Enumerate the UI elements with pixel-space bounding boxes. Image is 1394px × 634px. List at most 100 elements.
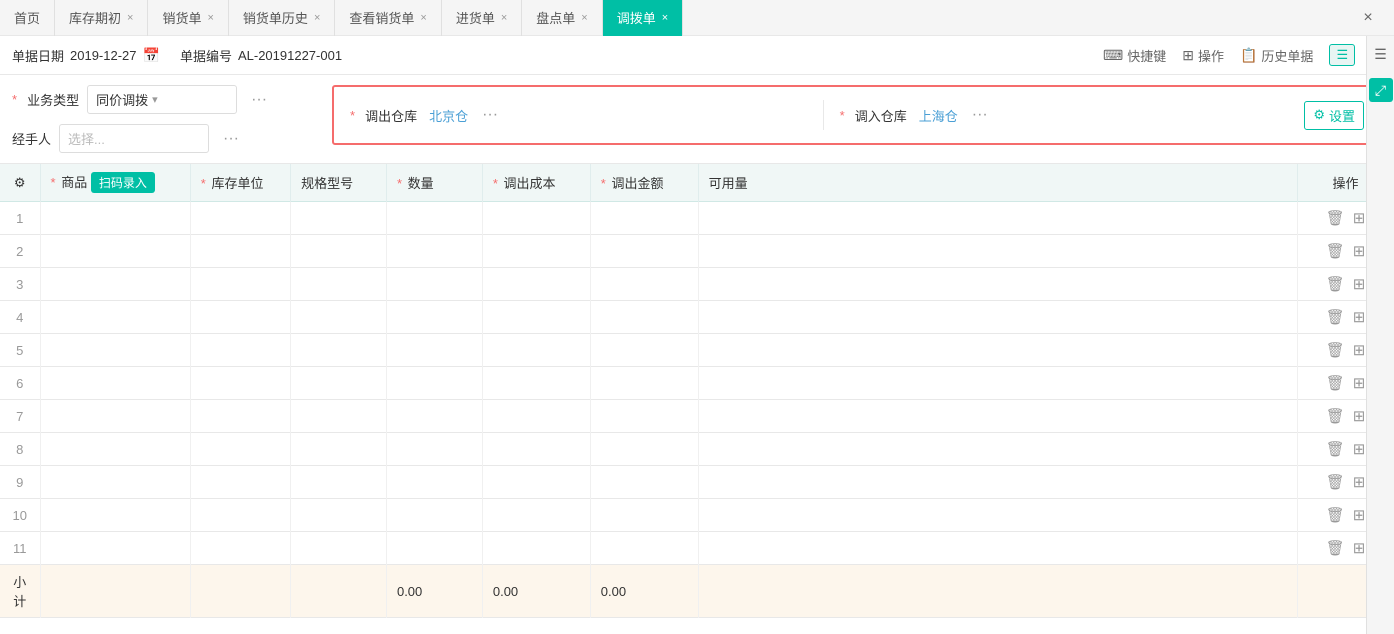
tab-sales-order[interactable]: 销货单 × — [148, 0, 228, 36]
delete-icon-4[interactable]: 🗑 — [1326, 308, 1345, 326]
delete-icon-8[interactable]: 🗑 — [1326, 440, 1345, 458]
row-qty-9[interactable] — [386, 466, 482, 499]
row-qty-11[interactable] — [386, 532, 482, 565]
tab-view-sales-close[interactable]: × — [420, 12, 426, 24]
row-qty-5[interactable] — [386, 334, 482, 367]
table-scroll-area[interactable]: ⚙ * 商品 扫码录入 * 库存单位 规格型号 * — [0, 164, 1394, 634]
row-available-10[interactable] — [698, 499, 1297, 532]
operations-button[interactable]: ⊞ 操作 — [1182, 46, 1224, 65]
row-qty-10[interactable] — [386, 499, 482, 532]
tab-home[interactable]: 首页 — [4, 0, 55, 36]
row-product-8[interactable] — [40, 433, 190, 466]
delete-icon-2[interactable]: 🗑 — [1326, 242, 1345, 260]
row-amount-9[interactable] — [590, 466, 698, 499]
row-available-9[interactable] — [698, 466, 1297, 499]
row-product-10[interactable] — [40, 499, 190, 532]
tab-inventory-init-close[interactable]: × — [127, 12, 133, 24]
calendar-icon[interactable]: 📅 — [143, 47, 160, 64]
row-unit-3[interactable] — [190, 268, 290, 301]
tab-purchase-order-close[interactable]: × — [501, 12, 507, 24]
row-spec-8[interactable] — [291, 433, 387, 466]
shortcuts-button[interactable]: ⌨ 快捷键 — [1103, 46, 1166, 65]
row-spec-7[interactable] — [291, 400, 387, 433]
tab-inventory-init[interactable]: 库存期初 × — [55, 0, 148, 36]
row-spec-1[interactable] — [291, 202, 387, 235]
row-cost-7[interactable] — [482, 400, 590, 433]
row-amount-3[interactable] — [590, 268, 698, 301]
row-product-1[interactable] — [40, 202, 190, 235]
row-unit-11[interactable] — [190, 532, 290, 565]
row-cost-4[interactable] — [482, 301, 590, 334]
row-amount-7[interactable] — [590, 400, 698, 433]
row-unit-8[interactable] — [190, 433, 290, 466]
row-spec-6[interactable] — [291, 367, 387, 400]
row-available-8[interactable] — [698, 433, 1297, 466]
row-qty-1[interactable] — [386, 202, 482, 235]
delete-icon-5[interactable]: 🗑 — [1326, 341, 1345, 359]
row-unit-9[interactable] — [190, 466, 290, 499]
copy-icon-10[interactable]: ⊞ — [1353, 506, 1366, 524]
row-product-5[interactable] — [40, 334, 190, 367]
row-product-3[interactable] — [40, 268, 190, 301]
row-product-4[interactable] — [40, 301, 190, 334]
row-available-11[interactable] — [698, 532, 1297, 565]
row-unit-7[interactable] — [190, 400, 290, 433]
tab-sales-history-close[interactable]: × — [314, 12, 320, 24]
in-warehouse-more[interactable]: ··· — [966, 106, 994, 124]
delete-icon-10[interactable]: 🗑 — [1326, 506, 1345, 524]
row-available-1[interactable] — [698, 202, 1297, 235]
row-qty-2[interactable] — [386, 235, 482, 268]
scan-button[interactable]: 扫码录入 — [91, 172, 155, 193]
row-available-3[interactable] — [698, 268, 1297, 301]
row-spec-10[interactable] — [291, 499, 387, 532]
row-amount-6[interactable] — [590, 367, 698, 400]
tab-transfer-order-close[interactable]: × — [662, 12, 668, 24]
tab-purchase-order[interactable]: 进货单 × — [442, 0, 522, 36]
handler-more[interactable]: ··· — [217, 130, 245, 148]
row-cost-8[interactable] — [482, 433, 590, 466]
row-amount-8[interactable] — [590, 433, 698, 466]
row-available-5[interactable] — [698, 334, 1297, 367]
row-qty-6[interactable] — [386, 367, 482, 400]
tab-inventory-check[interactable]: 盘点单 × — [522, 0, 602, 36]
window-close-button[interactable]: × — [1354, 4, 1382, 32]
row-cost-3[interactable] — [482, 268, 590, 301]
tab-sales-order-close[interactable]: × — [207, 12, 213, 24]
copy-icon-1[interactable]: ⊞ — [1353, 209, 1366, 227]
row-product-6[interactable] — [40, 367, 190, 400]
copy-icon-7[interactable]: ⊞ — [1353, 407, 1366, 425]
row-cost-1[interactable] — [482, 202, 590, 235]
row-unit-1[interactable] — [190, 202, 290, 235]
handler-select[interactable]: 选择... — [59, 124, 209, 153]
row-qty-8[interactable] — [386, 433, 482, 466]
row-qty-4[interactable] — [386, 301, 482, 334]
copy-icon-2[interactable]: ⊞ — [1353, 242, 1366, 260]
row-product-2[interactable] — [40, 235, 190, 268]
row-cost-9[interactable] — [482, 466, 590, 499]
row-available-6[interactable] — [698, 367, 1297, 400]
delete-icon-1[interactable]: 🗑 — [1326, 209, 1345, 227]
copy-icon-4[interactable]: ⊞ — [1353, 308, 1366, 326]
row-amount-5[interactable] — [590, 334, 698, 367]
delete-icon-7[interactable]: 🗑 — [1326, 407, 1345, 425]
row-available-7[interactable] — [698, 400, 1297, 433]
sidebar-list-button[interactable]: ☰ — [1369, 42, 1393, 66]
copy-icon-6[interactable]: ⊞ — [1353, 374, 1366, 392]
row-spec-9[interactable] — [291, 466, 387, 499]
row-spec-5[interactable] — [291, 334, 387, 367]
row-spec-11[interactable] — [291, 532, 387, 565]
delete-icon-11[interactable]: 🗑 — [1326, 539, 1345, 557]
row-amount-4[interactable] — [590, 301, 698, 334]
tab-inventory-check-close[interactable]: × — [581, 12, 587, 24]
copy-icon-9[interactable]: ⊞ — [1353, 473, 1366, 491]
row-amount-11[interactable] — [590, 532, 698, 565]
row-unit-10[interactable] — [190, 499, 290, 532]
business-type-more[interactable]: ··· — [245, 91, 273, 109]
row-amount-2[interactable] — [590, 235, 698, 268]
sidebar-expand-button[interactable]: ⤢ — [1369, 78, 1393, 102]
row-unit-2[interactable] — [190, 235, 290, 268]
copy-icon-8[interactable]: ⊞ — [1353, 440, 1366, 458]
row-unit-5[interactable] — [190, 334, 290, 367]
copy-icon-5[interactable]: ⊞ — [1353, 341, 1366, 359]
business-type-select[interactable]: 同价调拨 ▾ — [87, 85, 237, 114]
